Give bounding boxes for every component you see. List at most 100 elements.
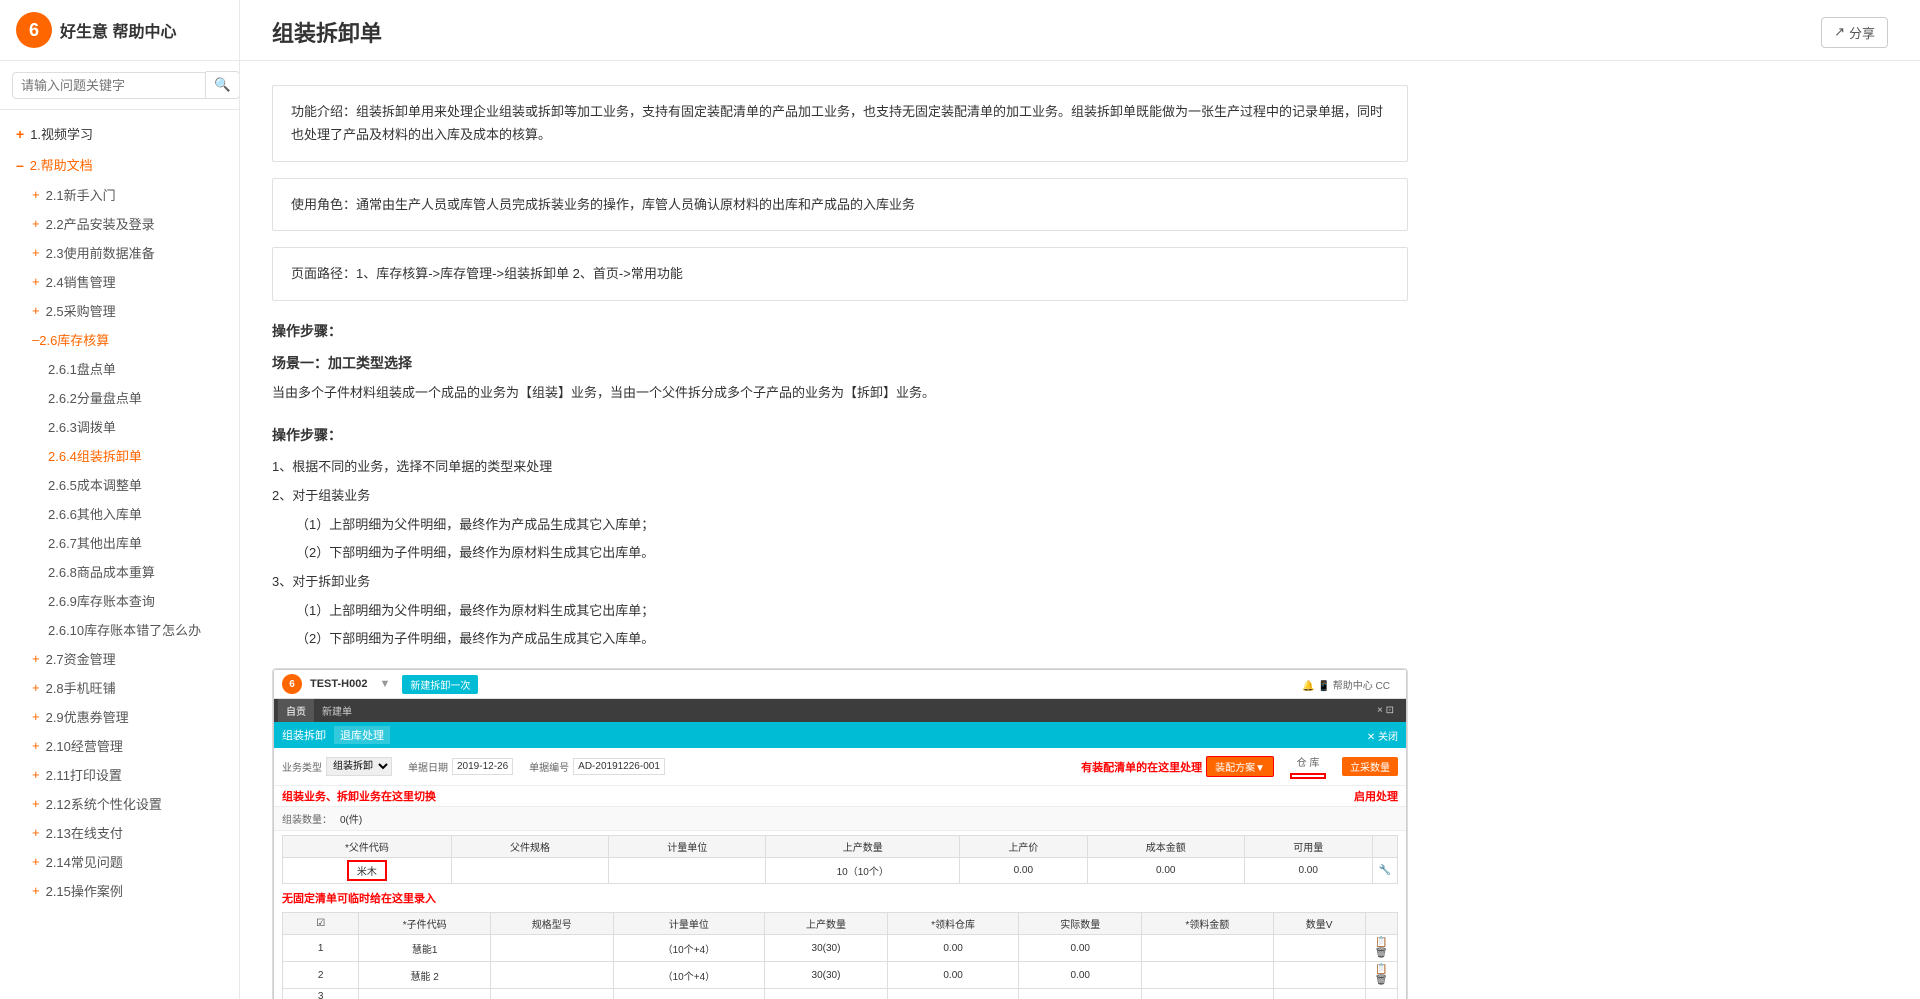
- mock-annotation1-area: 有装配清单的在这里处理 装配方案▼: [1081, 756, 1274, 777]
- step-3: 3、对于拆卸业务 （1）上部明细为父件明细，最终作为原材料生成其它出库单； （2…: [272, 570, 1408, 652]
- mock-content: 组装拆卸 退库处理 ✕ 关闭 业务类型 组装拆卸: [274, 722, 1406, 999]
- mock-confirm-btn[interactable]: 立采数量: [1342, 757, 1398, 776]
- step-list: 1、根据不同的业务，选择不同单据的类型来处理 2、对于组装业务 （1）上部明细为…: [272, 455, 1408, 652]
- sidebar-item-cases[interactable]: + 2.15操作案例: [0, 876, 239, 905]
- mock-sub-table: ☑ *子件代码 规格型号 计量单位 上产数量 *领料仓库 实际数量 *领料金额 …: [282, 912, 1398, 999]
- annotation4-text: 无固定清单可临时给在这里录入: [282, 893, 436, 905]
- mock-company: TEST-H002: [310, 678, 367, 690]
- sidebar-item-newbie[interactable]: + 2.1新手入门: [0, 180, 239, 209]
- mock-bom-btn[interactable]: 装配方案▼: [1206, 756, 1274, 777]
- scenario1-desc: 当由多个子件材料组装成一个成品的业务为【组装】业务，当由一个父件拆分成多个子产品…: [272, 381, 1408, 406]
- sidebar-item-stocktake[interactable]: 2.6.1盘点单: [0, 354, 239, 383]
- sidebar-item-coupon[interactable]: + 2.9优惠券管理: [0, 702, 239, 731]
- steps-title: 操作步骤：: [272, 321, 1408, 341]
- mock-field-date: 单据日期 2019-12-26: [408, 758, 513, 775]
- role-block: 使用角色：通常由生产人员或库管人员完成拆装业务的操作，库管人员确认原材料的出库和…: [272, 178, 1408, 231]
- sidebar-item-install[interactable]: + 2.2产品安装及登录: [0, 209, 239, 238]
- sidebar-item-payment[interactable]: + 2.13在线支付: [0, 818, 239, 847]
- sidebar-item-transfer[interactable]: 2.6.3调拨单: [0, 412, 239, 441]
- step2-sub1: （1）上部明细为父件明细，最终作为产成品生成其它入库单；: [296, 513, 1408, 538]
- mock-green-bar: 组装拆卸 退库处理 ✕ 关闭: [274, 722, 1406, 748]
- share-icon: ↗: [1834, 24, 1845, 40]
- search-icon: 🔍: [214, 77, 231, 92]
- step3-sub1: （1）上部明细为父件明细，最终作为原材料生成其它出库单；: [296, 599, 1408, 624]
- step-2: 2、对于组装业务 （1）上部明细为父件明细，最终作为产成品生成其它入库单； （2…: [272, 484, 1408, 566]
- steps-label: 操作步骤：: [272, 425, 1408, 445]
- table-row: 1 慧能1 （10个+4） 30(30) 0.00 0.00 📋 �: [283, 935, 1398, 962]
- screenshot-container: 6 TEST-H002 ▼ 新建拆卸一次 🔔 📱 帮助中心 CC 自贡 新建单 …: [272, 668, 1408, 999]
- mock-annotations-row: 组装业务、拆卸业务在这里切换 启用处理: [274, 786, 1406, 806]
- sidebar-item-ops[interactable]: + 2.10经营管理: [0, 731, 239, 760]
- scenario1-title: 场景一：加工类型选择: [272, 353, 1408, 373]
- step3-sub-list: （1）上部明细为父件明细，最终作为原材料生成其它出库单； （2）下部明细为子件明…: [296, 599, 1408, 652]
- sidebar-item-cost-recalc[interactable]: 2.6.8商品成本重算: [0, 557, 239, 586]
- mock-nav-item-active[interactable]: 自贡: [278, 699, 314, 722]
- expand-icon: +: [16, 126, 24, 142]
- mock-toolbar-assembly: 组装拆卸: [282, 727, 326, 743]
- nav-sub-items: + 2.1新手入门 + 2.2产品安装及登录 + 2.3使用前数据准备 + 2.…: [0, 180, 239, 905]
- mock-field-type: 业务类型 组装拆卸: [282, 757, 392, 776]
- main-content-area: 组装拆卸单 ↗ 分享 功能介绍：组装拆卸单用来处理企业组装或拆卸等加工业务，支持…: [240, 0, 1920, 999]
- nav-group-videos-title[interactable]: + 1.视频学习: [0, 118, 239, 149]
- mock-nav-icons: × ⊡: [1369, 701, 1402, 720]
- nav-group-docs-title[interactable]: – 2.帮助文档: [0, 149, 239, 180]
- mock-logo: 6: [282, 674, 302, 694]
- intro-block: 功能介绍：组装拆卸单用来处理企业组装或拆卸等加工业务，支持有固定装配清单的产品加…: [272, 85, 1408, 162]
- sidebar-item-print[interactable]: + 2.11打印设置: [0, 760, 239, 789]
- sidebar: 6 好生意 帮助中心 🔍 + 1.视频学习 – 2.帮助文档 +: [0, 0, 240, 999]
- sidebar-item-other-in[interactable]: 2.6.6其他入库单: [0, 499, 239, 528]
- sidebar-item-cost-adjust[interactable]: 2.6.5成本调整单: [0, 470, 239, 499]
- search-button[interactable]: 🔍: [206, 71, 240, 99]
- main-header: 组装拆卸单 ↗ 分享: [240, 0, 1920, 61]
- annotation4-area: 无固定清单可临时给在这里录入: [274, 888, 1406, 908]
- table-row: 米木 10（10个） 0.00 0.00 0.00 🔧: [283, 858, 1398, 884]
- page-title: 组装拆卸单: [272, 16, 382, 48]
- sidebar-item-finance[interactable]: + 2.7资金管理: [0, 644, 239, 673]
- mock-parent-table: *父件代码 父件规格 计量单位 上产数量 上产价 成本金额 可用量: [282, 835, 1398, 884]
- mock-type-select[interactable]: 组装拆卸: [326, 757, 392, 776]
- share-button[interactable]: ↗ 分享: [1821, 17, 1888, 48]
- mock-topbar: 6 TEST-H002 ▼ 新建拆卸一次 🔔 📱 帮助中心 CC: [274, 670, 1406, 699]
- annotation3-text: 启用处理: [1354, 788, 1398, 804]
- sidebar-item-sales[interactable]: + 2.4销售管理: [0, 267, 239, 296]
- table-row: 2 慧能 2 （10个+4） 30(30) 0.00 0.00 📋: [283, 962, 1398, 989]
- step2-sub2: （2）下部明细为子件明细，最终作为原材料生成其它出库单。: [296, 541, 1408, 566]
- mock-annotation3-area: 仓 库: [1290, 754, 1326, 779]
- step2-sub-list: （1）上部明细为父件明细，最终作为产成品生成其它入库单； （2）下部明细为子件明…: [296, 513, 1408, 566]
- sidebar-item-mobile[interactable]: + 2.8手机旺铺: [0, 673, 239, 702]
- sidebar-item-partial-stocktake[interactable]: 2.6.2分量盘点单: [0, 383, 239, 412]
- mock-parent-table-area: *父件代码 父件规格 计量单位 上产数量 上产价 成本金额 可用量: [274, 831, 1406, 888]
- sidebar-item-assembly[interactable]: 2.6.4组装拆卸单: [0, 441, 239, 470]
- mock-icons: 🔔 📱 帮助中心 CC: [1302, 677, 1390, 692]
- mock-subtype-row: 组装数量： 0(件): [274, 806, 1406, 831]
- mock-nav: 自贡 新建单 × ⊡: [274, 699, 1406, 722]
- mock-warehouse-field[interactable]: [1290, 773, 1326, 779]
- table-row-empty-3: 3: [283, 989, 1398, 999]
- sidebar-item-faq[interactable]: + 2.14常见问题: [0, 847, 239, 876]
- step3-sub2: （2）下部明细为子件明细，最终作为产成品生成其它入库单。: [296, 627, 1408, 652]
- path-block: 页面路径：1、库存核算->库存管理->组装拆卸单 2、首页->常用功能: [272, 247, 1408, 300]
- step-1: 1、根据不同的业务，选择不同单据的类型来处理: [272, 455, 1408, 480]
- mock-field-id: 单据编号 AD-20191226-001: [529, 758, 665, 775]
- mock-close-btn: ✕ 关闭: [1367, 728, 1398, 743]
- sidebar-item-system[interactable]: + 2.12系统个性化设置: [0, 789, 239, 818]
- sidebar-item-data-prep[interactable]: + 2.3使用前数据准备: [0, 238, 239, 267]
- sidebar-item-inventory[interactable]: – 2.6库存核算: [0, 325, 239, 354]
- nav-group-videos: + 1.视频学习: [0, 118, 239, 149]
- mock-parent-code-cell[interactable]: 米木: [347, 860, 387, 881]
- mock-new-btn[interactable]: 新建拆卸一次: [402, 675, 478, 694]
- mock-form-area: 业务类型 组装拆卸 单据日期 2019-12-26 单据编号 AD-201912…: [274, 748, 1406, 786]
- mock-date-value: 2019-12-26: [452, 758, 513, 775]
- sidebar-item-ledger-error[interactable]: 2.6.10库存账本错了怎么办: [0, 615, 239, 644]
- mock-id-value: AD-20191226-001: [573, 758, 665, 775]
- collapse-icon: –: [16, 157, 24, 173]
- content-body: 功能介绍：组装拆卸单用来处理企业组装或拆卸等加工业务，支持有固定装配清单的产品加…: [240, 61, 1440, 999]
- sidebar-item-ledger-query[interactable]: 2.6.9库存账本查询: [0, 586, 239, 615]
- sidebar-item-purchase[interactable]: + 2.5采购管理: [0, 296, 239, 325]
- search-box: 🔍: [0, 61, 239, 110]
- app-name: 好生意 帮助中心: [60, 18, 176, 42]
- sidebar-item-other-out[interactable]: 2.6.7其他出库单: [0, 528, 239, 557]
- search-input[interactable]: [12, 72, 206, 99]
- mock-nav-item-new[interactable]: 新建单: [314, 699, 360, 722]
- nav-list: + 1.视频学习 – 2.帮助文档 + 2.1新手入门 + 2.2产品安装及登录: [0, 110, 239, 999]
